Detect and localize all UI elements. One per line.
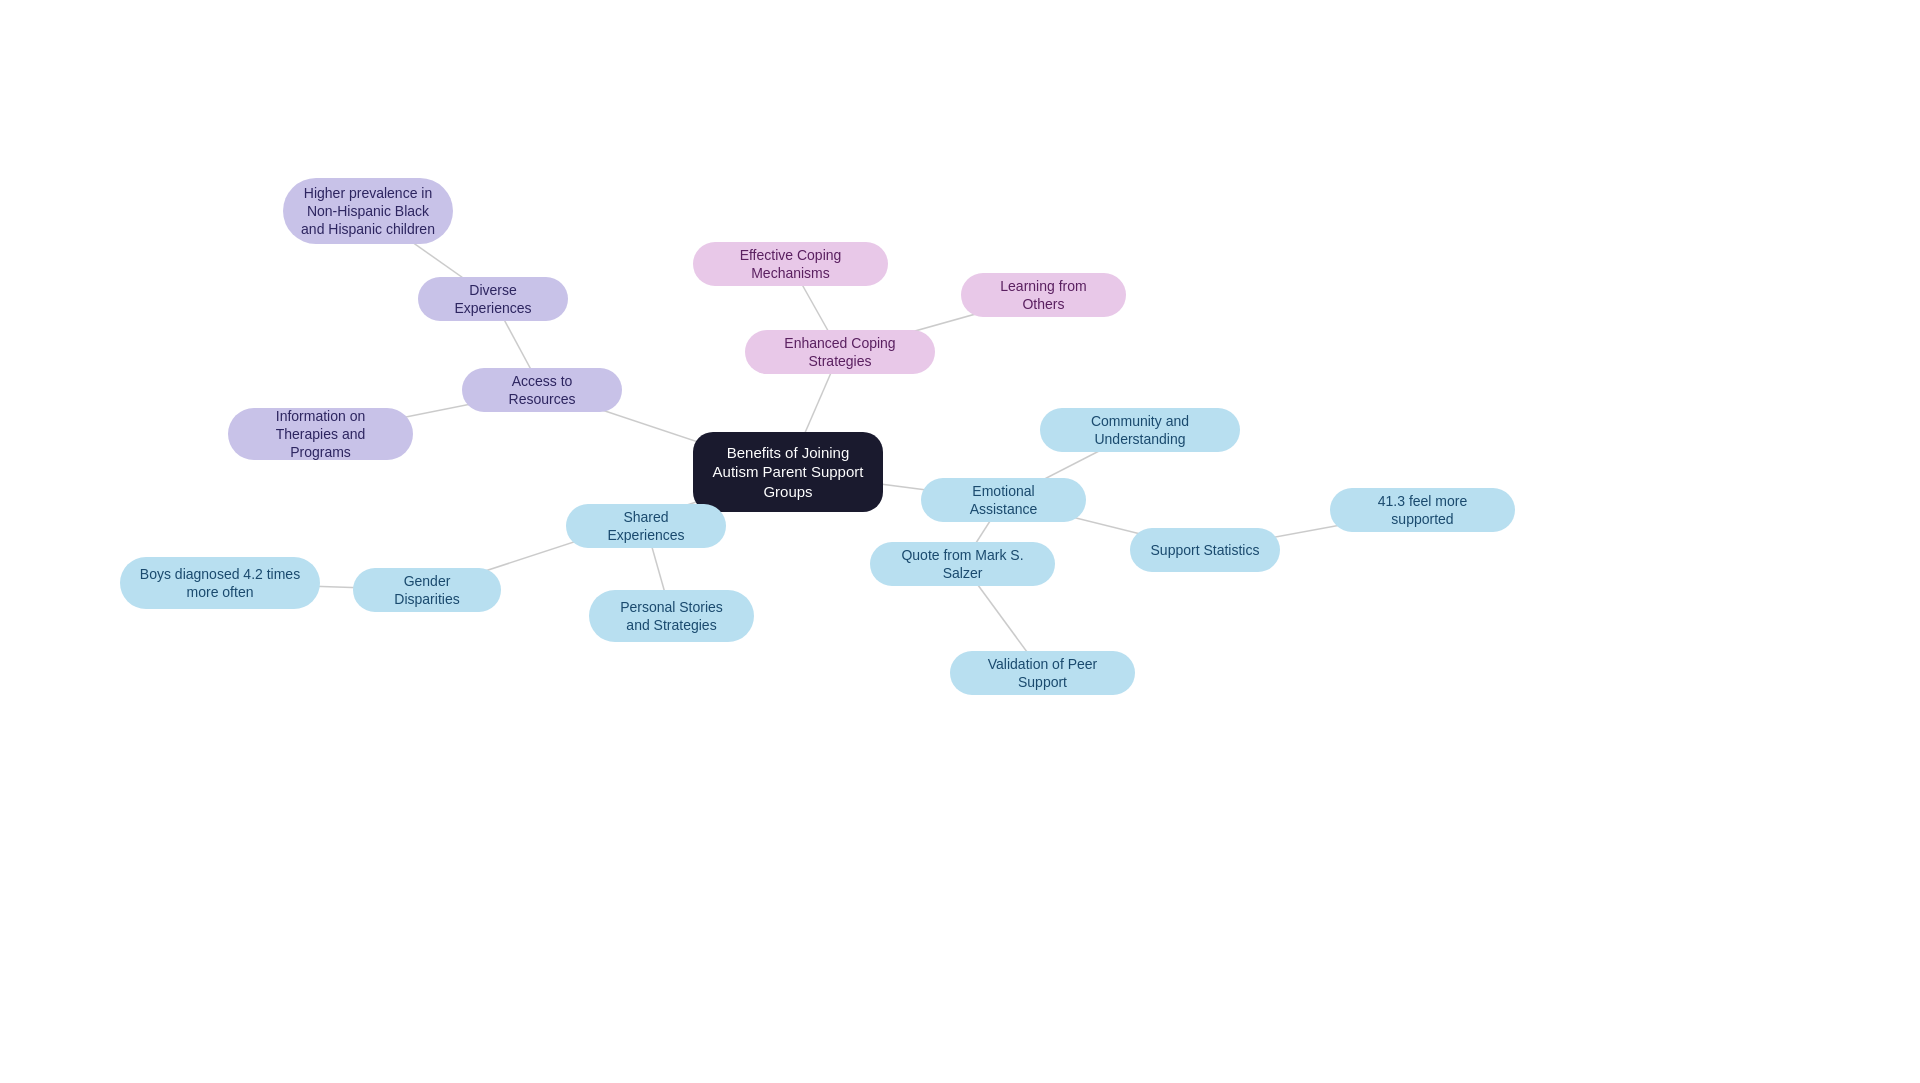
node-infoTherapies: Information on Therapies and Programs	[228, 408, 413, 460]
node-supportStatistics: Support Statistics	[1130, 528, 1280, 572]
node-higherPrevalence: Higher prevalence in Non-Hispanic Black …	[283, 178, 453, 244]
node-genderDisparities: Gender Disparities	[353, 568, 501, 612]
node-effectiveCoping: Effective Coping Mechanisms	[693, 242, 888, 286]
node-learningFromOthers: Learning from Others	[961, 273, 1126, 317]
node-sharedExperiences: Shared Experiences	[566, 504, 726, 548]
node-emotionalAssistance: Emotional Assistance	[921, 478, 1086, 522]
mind-map: Benefits of Joining Autism Parent Suppor…	[0, 0, 1920, 1083]
node-feelMoreSupported: 41.3 feel more supported	[1330, 488, 1515, 532]
node-center: Benefits of Joining Autism Parent Suppor…	[693, 432, 883, 512]
node-enhancedCoping: Enhanced Coping Strategies	[745, 330, 935, 374]
node-personalStories: Personal Stories and Strategies	[589, 590, 754, 642]
node-quoteMarkSalzer: Quote from Mark S. Salzer	[870, 542, 1055, 586]
node-accessToResources: Access to Resources	[462, 368, 622, 412]
node-communityUnderstanding: Community and Understanding	[1040, 408, 1240, 452]
node-diverseExperiences: Diverse Experiences	[418, 277, 568, 321]
node-validationPeerSupport: Validation of Peer Support	[950, 651, 1135, 695]
node-boysDiagnosed: Boys diagnosed 4.2 times more often	[120, 557, 320, 609]
